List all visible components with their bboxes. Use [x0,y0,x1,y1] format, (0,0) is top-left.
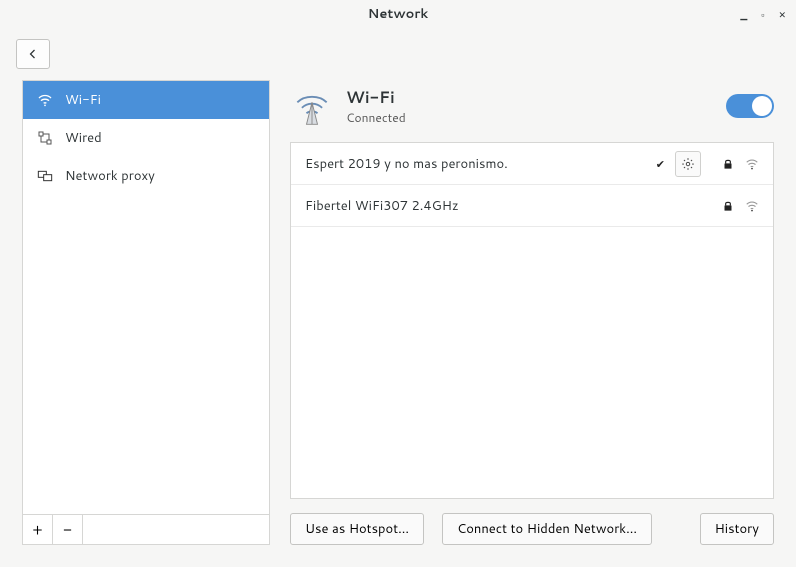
panel-title: Wi-Fi [346,86,406,109]
toolbar [0,28,796,80]
sidebar-item-label: Wired [65,129,102,147]
main-panel: Wi-Fi Connected Espert 2019 y no mas per… [290,80,774,545]
sidebar-footer: + − [22,515,270,545]
panel-header-text: Wi-Fi Connected [346,86,406,126]
lock-icon [721,199,735,213]
wifi-toggle[interactable] [726,94,774,118]
lock-icon [721,157,735,171]
sidebar-item-proxy[interactable]: Network proxy [23,157,269,195]
signal-icon [745,199,759,213]
network-row[interactable]: Espert 2019 y no mas peronismo. ✔ [291,143,773,185]
remove-connection-button[interactable]: − [53,515,83,544]
network-ssid: Espert 2019 y no mas peronismo. [305,155,646,173]
chevron-left-icon [27,48,39,60]
maximize-button[interactable]: ▫ [761,8,764,21]
window-title: Network [368,5,428,23]
back-button[interactable] [16,39,50,69]
window: Network ▁ ▫ ✕ Wi-Fi [0,0,796,567]
network-list: Espert 2019 y no mas peronismo. ✔ Fibert… [290,142,774,499]
footer-buttons: Use as Hotspot... Connect to Hidden Netw… [290,513,774,545]
sidebar-item-label: Wi-Fi [65,91,101,109]
wifi-device-icon [290,84,334,128]
connected-check-icon: ✔ [656,156,665,172]
wifi-icon [37,92,53,108]
titlebar: Network ▁ ▫ ✕ [0,0,796,28]
sidebar: Wi-Fi Wired Network proxy + − [22,80,270,545]
network-indicators [721,157,759,171]
wired-icon [37,130,53,146]
network-indicators [721,199,759,213]
sidebar-item-label: Network proxy [65,167,155,185]
content: Wi-Fi Wired Network proxy + − [0,80,796,567]
use-as-hotspot-button[interactable]: Use as Hotspot... [290,513,424,545]
connect-hidden-network-button[interactable]: Connect to Hidden Network... [442,513,652,545]
gear-icon [681,157,695,171]
close-button[interactable]: ✕ [778,8,786,21]
sidebar-item-wired[interactable]: Wired [23,119,269,157]
window-controls: ▁ ▫ ✕ [740,0,786,28]
sidebar-list: Wi-Fi Wired Network proxy [22,80,270,515]
panel-header: Wi-Fi Connected [290,84,774,128]
connection-status: Connected [346,109,406,126]
minimize-button[interactable]: ▁ [740,8,747,21]
sidebar-item-wifi[interactable]: Wi-Fi [23,81,269,119]
network-ssid: Fibertel WiFi307 2.4GHz [305,197,701,215]
history-button[interactable]: History [700,513,774,545]
signal-icon [745,157,759,171]
proxy-icon [37,168,53,184]
network-row[interactable]: Fibertel WiFi307 2.4GHz [291,185,773,227]
add-connection-button[interactable]: + [23,515,53,544]
network-settings-button[interactable] [675,151,701,177]
